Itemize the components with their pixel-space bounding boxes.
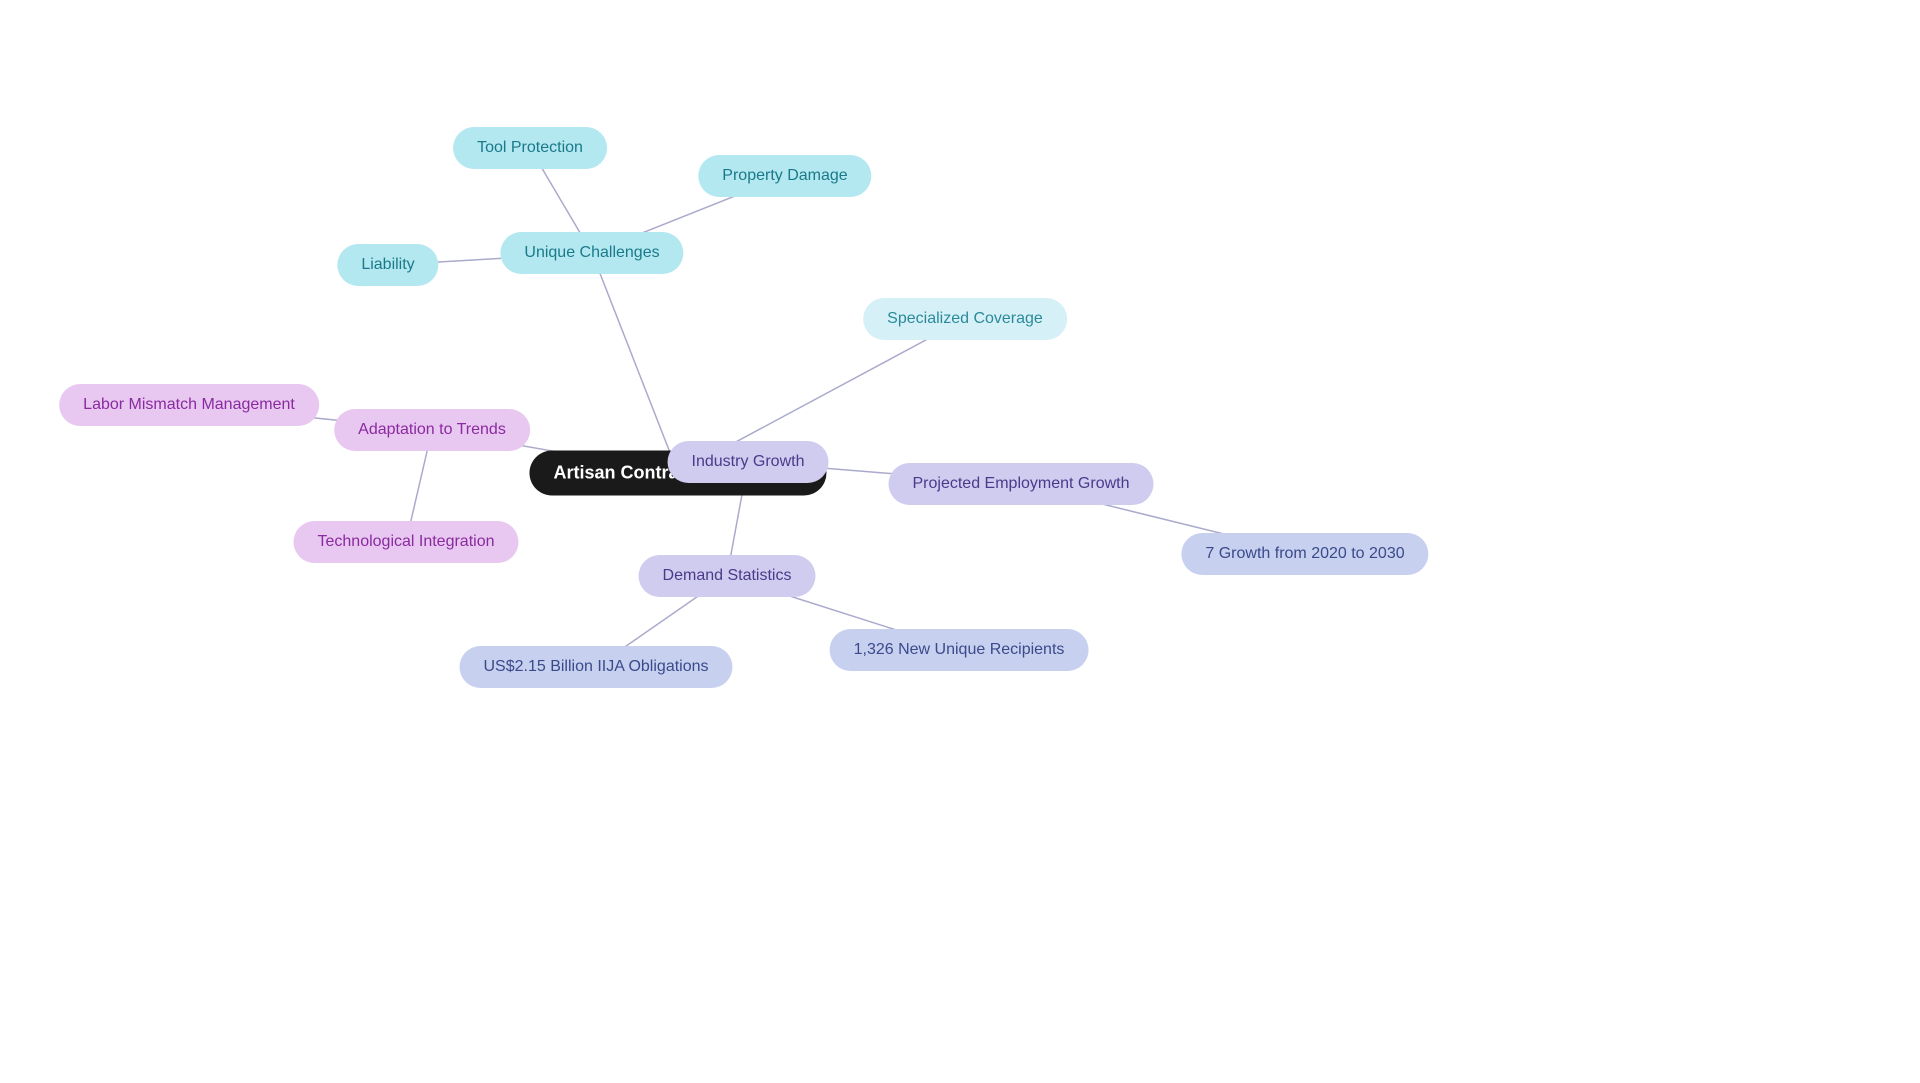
node-specialized-coverage[interactable]: Specialized Coverage xyxy=(863,298,1067,340)
node-label-property-damage: Property Damage xyxy=(698,155,871,197)
node-unique-recipients[interactable]: 1,326 New Unique Recipients xyxy=(830,629,1089,671)
node-label-unique-challenges: Unique Challenges xyxy=(500,232,683,274)
node-adaptation-to-trends[interactable]: Adaptation to Trends xyxy=(334,409,530,451)
node-tool-protection[interactable]: Tool Protection xyxy=(453,127,607,169)
node-label-iija-obligations: US$2.15 Billion IIJA Obligations xyxy=(459,646,732,688)
node-property-damage[interactable]: Property Damage xyxy=(698,155,871,197)
node-label-tool-protection: Tool Protection xyxy=(453,127,607,169)
node-label-demand-statistics: Demand Statistics xyxy=(639,555,816,597)
node-label-labor-mismatch: Labor Mismatch Management xyxy=(59,384,319,426)
node-growth-2020-2030[interactable]: 7 Growth from 2020 to 2030 xyxy=(1181,533,1428,575)
node-label-liability: Liability xyxy=(337,244,438,286)
node-label-projected-employment: Projected Employment Growth xyxy=(889,463,1154,505)
node-label-unique-recipients: 1,326 New Unique Recipients xyxy=(830,629,1089,671)
node-label-industry-growth: Industry Growth xyxy=(668,441,829,483)
node-projected-employment[interactable]: Projected Employment Growth xyxy=(889,463,1154,505)
node-unique-challenges[interactable]: Unique Challenges xyxy=(500,232,683,274)
node-demand-statistics[interactable]: Demand Statistics xyxy=(639,555,816,597)
connection-lines xyxy=(0,0,1920,1083)
mindmap-container: Artisan Contractor InsuranceUnique Chall… xyxy=(0,0,1920,1083)
node-liability[interactable]: Liability xyxy=(337,244,438,286)
node-industry-growth[interactable]: Industry Growth xyxy=(668,441,829,483)
node-label-growth-2020-2030: 7 Growth from 2020 to 2030 xyxy=(1181,533,1428,575)
node-iija-obligations[interactable]: US$2.15 Billion IIJA Obligations xyxy=(459,646,732,688)
node-label-adaptation-to-trends: Adaptation to Trends xyxy=(334,409,530,451)
node-labor-mismatch[interactable]: Labor Mismatch Management xyxy=(59,384,319,426)
node-label-technological-integration: Technological Integration xyxy=(293,521,518,563)
node-technological-integration[interactable]: Technological Integration xyxy=(293,521,518,563)
node-label-specialized-coverage: Specialized Coverage xyxy=(863,298,1067,340)
